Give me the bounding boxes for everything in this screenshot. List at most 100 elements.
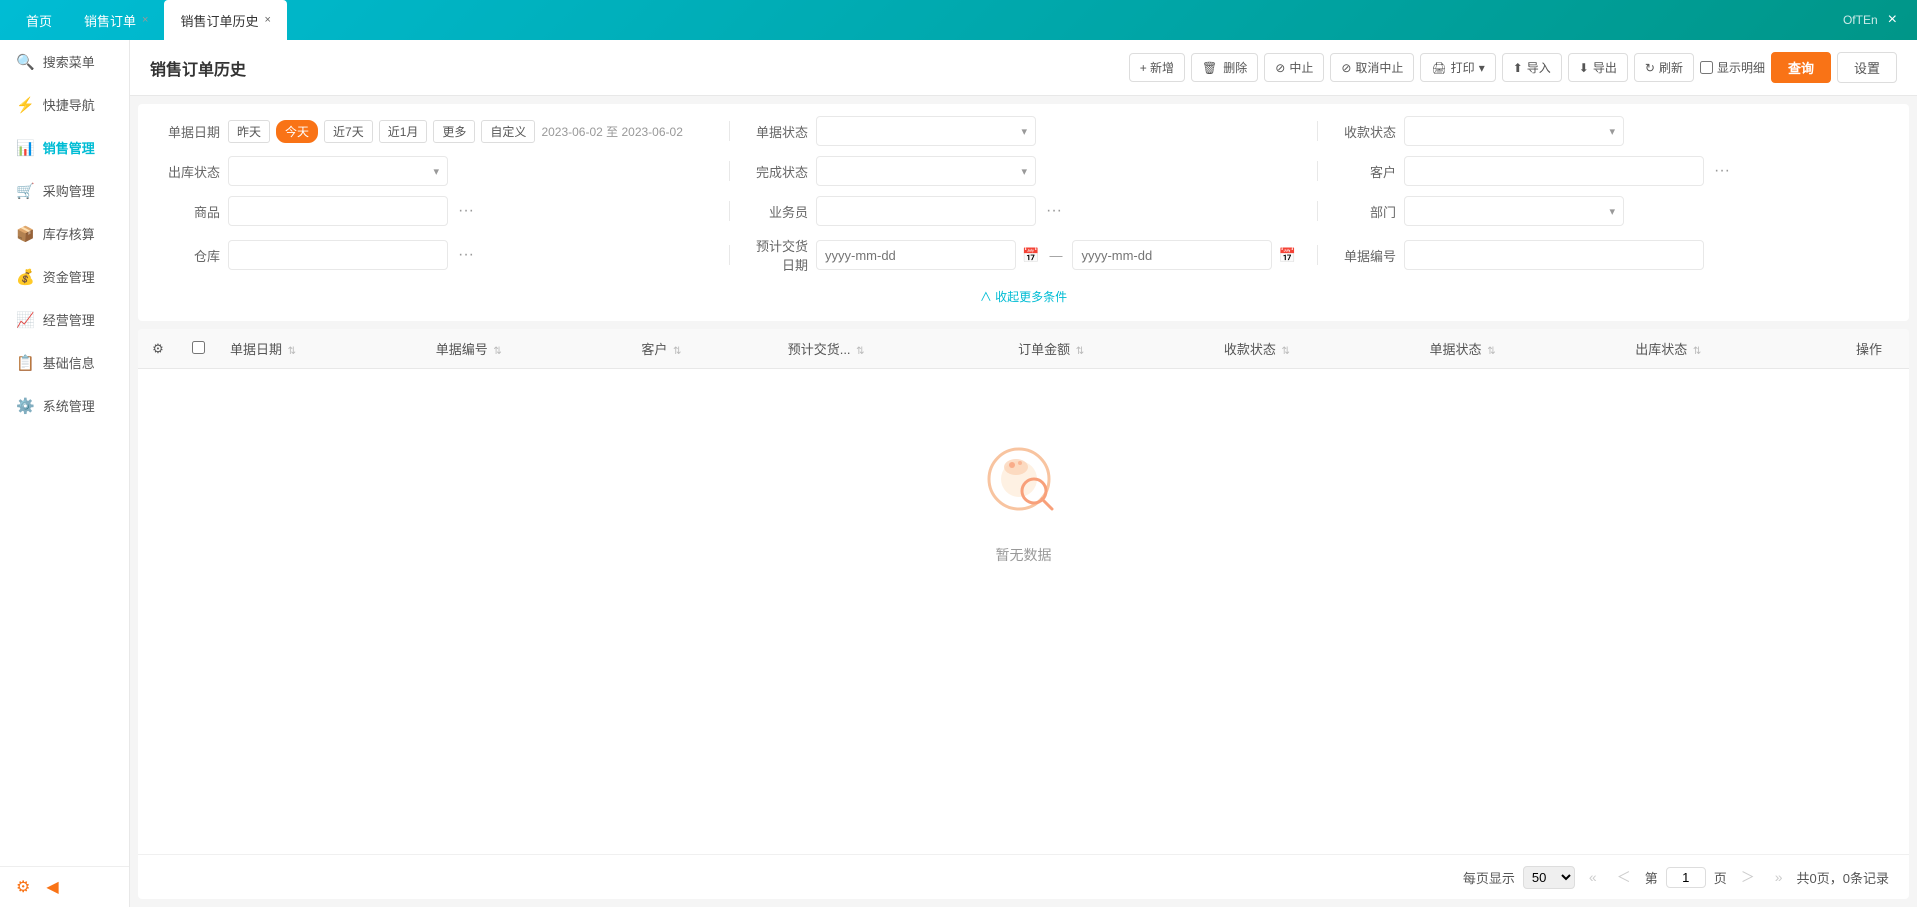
sidebar-bottom: ⚙ ◀ xyxy=(0,866,129,907)
import-button[interactable]: ⬆ 导入 xyxy=(1502,53,1562,82)
sidebar-item-quick-nav[interactable]: ⚡ 快捷导航 xyxy=(0,83,129,126)
prev-page-button[interactable]: ＜ xyxy=(1611,865,1637,889)
last-page-button[interactable]: » xyxy=(1769,867,1789,887)
page-title: 销售订单历史 xyxy=(150,56,246,80)
sidebar-item-base-info[interactable]: 📋 基础信息 xyxy=(0,341,129,384)
window-close-button[interactable]: × xyxy=(1888,11,1897,29)
tab-sales-order[interactable]: 销售订单 × xyxy=(68,0,164,40)
print-button[interactable]: 🖨 打印 ▾ xyxy=(1420,53,1495,82)
th-doc-number[interactable]: 单据编号 ⇅ xyxy=(424,329,630,369)
doc-status-arrow-icon: ▾ xyxy=(1021,125,1027,138)
total-info: 共0页，0条记录 xyxy=(1797,868,1889,887)
doc-number-input[interactable] xyxy=(1404,240,1704,270)
filter-divider-6 xyxy=(1317,201,1318,221)
out-stock-label: 出库状态 xyxy=(158,162,228,181)
delivery-date-to[interactable] xyxy=(1072,240,1272,270)
customer-control: ··· xyxy=(1404,156,1889,186)
sidebar-item-sys-mgmt[interactable]: ⚙️ 系统管理 xyxy=(0,384,129,427)
new-button[interactable]: + 新增 xyxy=(1129,53,1185,82)
out-stock-sort-icon: ⇅ xyxy=(1693,346,1701,357)
department-select[interactable]: ▾ xyxy=(1404,196,1624,226)
th-gear[interactable]: ⚙ xyxy=(138,329,178,369)
th-customer[interactable]: 客户 ⇅ xyxy=(629,329,775,369)
purchase-mgmt-icon: 🛒 xyxy=(16,182,35,200)
date-last7days-btn[interactable]: 近7天 xyxy=(324,120,373,143)
sidebar-item-sales-mgmt[interactable]: 📊 销售管理 xyxy=(0,126,129,169)
query-button[interactable]: 查询 xyxy=(1771,52,1831,83)
page-header: 销售订单历史 + 新增 🗑 删除 ⊘ 中止 ⊘ 取消中止 🖨 xyxy=(130,40,1917,96)
stop-icon: ⊘ xyxy=(1275,61,1285,75)
customer-dots-btn[interactable]: ··· xyxy=(1710,162,1734,180)
pagination: 每页显示 50 10 20 100 « ＜ 第 页 ＞ » 共0页，0条记录 xyxy=(138,854,1909,899)
th-operations: 操作 xyxy=(1829,329,1909,369)
complete-status-select[interactable]: ▾ xyxy=(816,156,1036,186)
close-sales-order-tab[interactable]: × xyxy=(142,14,148,26)
salesperson-label: 业务员 xyxy=(746,202,816,221)
sys-mgmt-icon: ⚙️ xyxy=(16,397,35,415)
goods-dots-btn[interactable]: ··· xyxy=(454,202,478,220)
content-area: 销售订单历史 + 新增 🗑 删除 ⊘ 中止 ⊘ 取消中止 🖨 xyxy=(130,40,1917,907)
collapse-button[interactable]: ∧ 收起更多条件 xyxy=(980,284,1067,309)
filter-divider-2 xyxy=(1317,121,1318,141)
settings-button[interactable]: 设置 xyxy=(1837,52,1897,83)
date-yesterday-btn[interactable]: 昨天 xyxy=(228,120,270,143)
warehouse-input[interactable] xyxy=(228,240,448,270)
show-details-checkbox[interactable] xyxy=(1700,61,1713,74)
page-number-input[interactable] xyxy=(1666,867,1706,888)
sidebar-settings-icon[interactable]: ⚙ xyxy=(16,877,30,897)
goods-input[interactable] xyxy=(228,196,448,226)
sidebar-item-purchase-mgmt[interactable]: 🛒 采购管理 xyxy=(0,169,129,212)
sidebar-item-operations[interactable]: 📈 经营管理 xyxy=(0,298,129,341)
brand-text: OfTEn xyxy=(1843,13,1878,27)
payment-status-select[interactable]: ▾ xyxy=(1404,116,1624,146)
date-custom-btn[interactable]: 自定义 xyxy=(481,120,535,143)
salesperson-input[interactable] xyxy=(816,196,1036,226)
first-page-button[interactable]: « xyxy=(1583,867,1603,887)
delete-button[interactable]: 🗑 删除 xyxy=(1191,53,1258,82)
close-sales-order-history-tab[interactable]: × xyxy=(264,14,270,26)
salesperson-dots-btn[interactable]: ··· xyxy=(1042,202,1066,220)
show-details-checkbox-label[interactable]: 显示明细 xyxy=(1700,59,1765,76)
doc-status-select[interactable]: ▾ xyxy=(816,116,1036,146)
department-arrow-icon: ▾ xyxy=(1609,205,1615,218)
collapse-row: ∧ 收起更多条件 xyxy=(158,284,1889,309)
expected-delivery-label: 预计交货日期 xyxy=(746,236,816,274)
tab-sales-order-history[interactable]: 销售订单历史 × xyxy=(164,0,286,40)
next-page-button[interactable]: ＞ xyxy=(1735,865,1761,889)
th-doc-date[interactable]: 单据日期 ⇅ xyxy=(218,329,424,369)
th-payment-status[interactable]: 收款状态 ⇅ xyxy=(1212,329,1418,369)
export-button[interactable]: ⬇ 导出 xyxy=(1568,53,1628,82)
doc-number-label: 单据编号 xyxy=(1334,246,1404,265)
operations-icon: 📈 xyxy=(16,311,35,329)
complete-status-control: ▾ xyxy=(816,156,1301,186)
stop-button[interactable]: ⊘ 中止 xyxy=(1264,53,1324,82)
cancel-stop-button[interactable]: ⊘ 取消中止 xyxy=(1330,53,1414,82)
doc-status-sort-icon: ⇅ xyxy=(1487,346,1495,357)
th-out-stock-status[interactable]: 出库状态 ⇅ xyxy=(1623,329,1829,369)
select-all-checkbox[interactable] xyxy=(192,341,205,354)
out-stock-arrow-icon: ▾ xyxy=(433,165,439,178)
out-stock-select[interactable]: ▾ xyxy=(228,156,448,186)
sidebar-item-search-menu[interactable]: 🔍 搜索菜单 xyxy=(0,40,129,83)
warehouse-dots-btn[interactable]: ··· xyxy=(454,246,478,264)
sidebar-item-finance[interactable]: 💰 资金管理 xyxy=(0,255,129,298)
payment-status-sort-icon: ⇅ xyxy=(1281,346,1289,357)
delivery-date-from[interactable] xyxy=(816,240,1016,270)
date-last1month-btn[interactable]: 近1月 xyxy=(379,120,428,143)
th-order-amount[interactable]: 订单金额 ⇅ xyxy=(1006,329,1212,369)
sidebar-item-inventory[interactable]: 📦 库存核算 xyxy=(0,212,129,255)
th-expected-delivery[interactable]: 预计交货... ⇅ xyxy=(776,329,1006,369)
customer-input[interactable] xyxy=(1404,156,1704,186)
export-icon: ⬇ xyxy=(1579,61,1589,75)
calendar-from-icon[interactable]: 📅 xyxy=(1022,247,1039,264)
sidebar-collapse-icon[interactable]: ◀ xyxy=(46,877,58,897)
refresh-button[interactable]: ↻ 刷新 xyxy=(1634,53,1694,82)
date-today-btn[interactable]: 今天 xyxy=(276,120,318,143)
doc-date-sort-icon: ⇅ xyxy=(288,346,296,357)
date-more-btn[interactable]: 更多 xyxy=(433,120,475,143)
tab-home[interactable]: 首页 xyxy=(10,0,68,40)
toolbar: + 新增 🗑 删除 ⊘ 中止 ⊘ 取消中止 🖨 打印 ▾ xyxy=(1129,52,1897,83)
th-doc-status[interactable]: 单据状态 ⇅ xyxy=(1418,329,1624,369)
page-size-select[interactable]: 50 10 20 100 xyxy=(1523,866,1575,889)
calendar-to-icon[interactable]: 📅 xyxy=(1278,247,1295,264)
